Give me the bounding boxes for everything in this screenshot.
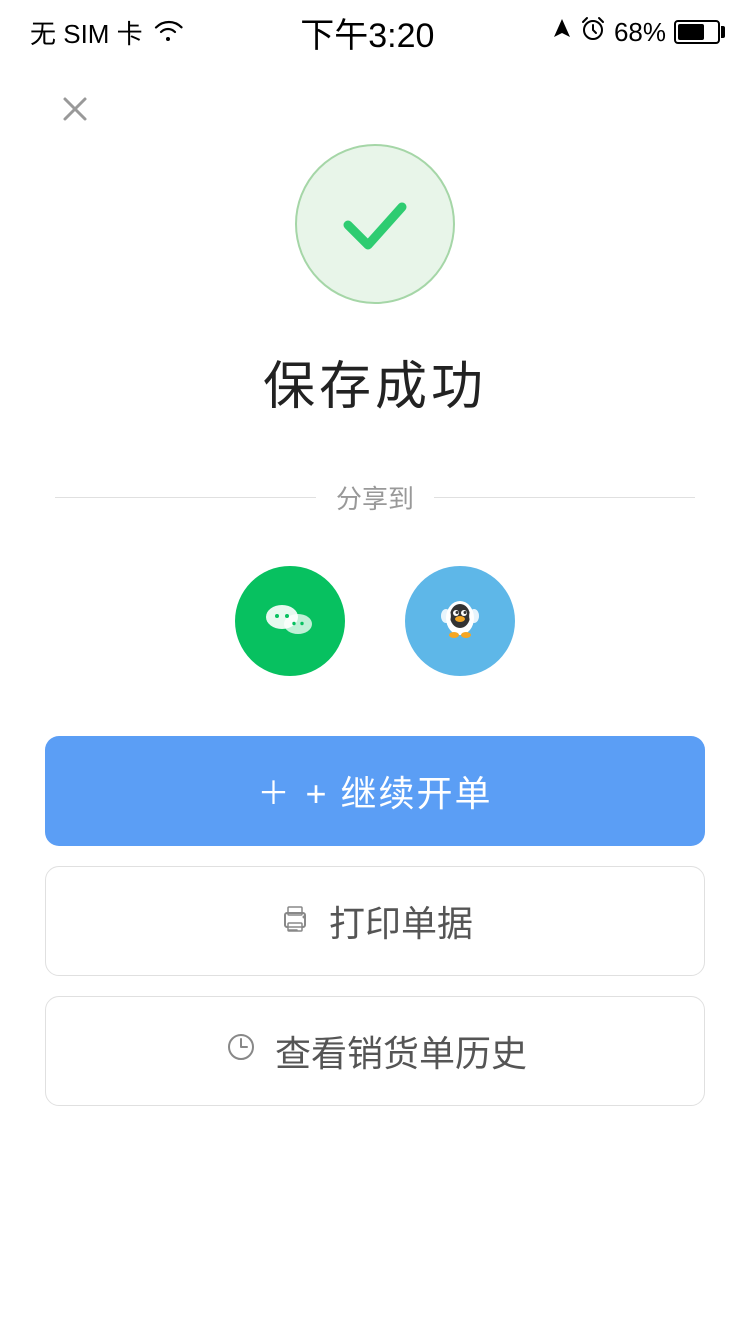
- status-left: 无 SIM 卡: [30, 14, 183, 51]
- print-button[interactable]: 打印单据: [45, 866, 705, 976]
- alarm-icon: [580, 16, 606, 49]
- success-icon-circle: [295, 144, 455, 304]
- divider-line-right: [434, 497, 695, 498]
- divider-line-left: [55, 497, 316, 498]
- main-content: 保存成功 分享到: [0, 64, 750, 1106]
- print-label: 打印单据: [329, 895, 473, 947]
- carrier-text: 无 SIM 卡: [30, 14, 143, 51]
- history-button[interactable]: 查看销货单历史: [45, 996, 705, 1106]
- wifi-icon: [153, 17, 183, 48]
- share-divider: 分享到: [55, 479, 695, 516]
- history-icon: [223, 1029, 259, 1073]
- wechat-share-button[interactable]: [235, 566, 345, 676]
- status-time: 下午3:20: [183, 8, 552, 57]
- continue-button[interactable]: ＋ + 继续开单: [45, 736, 705, 846]
- battery-percent: 68%: [614, 17, 666, 48]
- action-buttons: ＋ + 继续开单 打印单据: [45, 736, 705, 1106]
- plus-icon: ＋: [257, 768, 289, 814]
- status-bar: 无 SIM 卡 下午3:20 68%: [0, 0, 750, 64]
- print-icon: [277, 899, 313, 943]
- share-icons: [235, 566, 515, 676]
- history-label: 查看销货单历史: [275, 1025, 527, 1077]
- share-label: 分享到: [336, 479, 414, 516]
- battery-icon: [674, 20, 720, 44]
- success-title: 保存成功: [263, 344, 487, 419]
- status-right: 68%: [552, 16, 720, 49]
- close-button[interactable]: [50, 84, 100, 134]
- location-icon: [552, 17, 572, 48]
- qq-share-button[interactable]: [405, 566, 515, 676]
- continue-label: + 继续开单: [305, 765, 492, 817]
